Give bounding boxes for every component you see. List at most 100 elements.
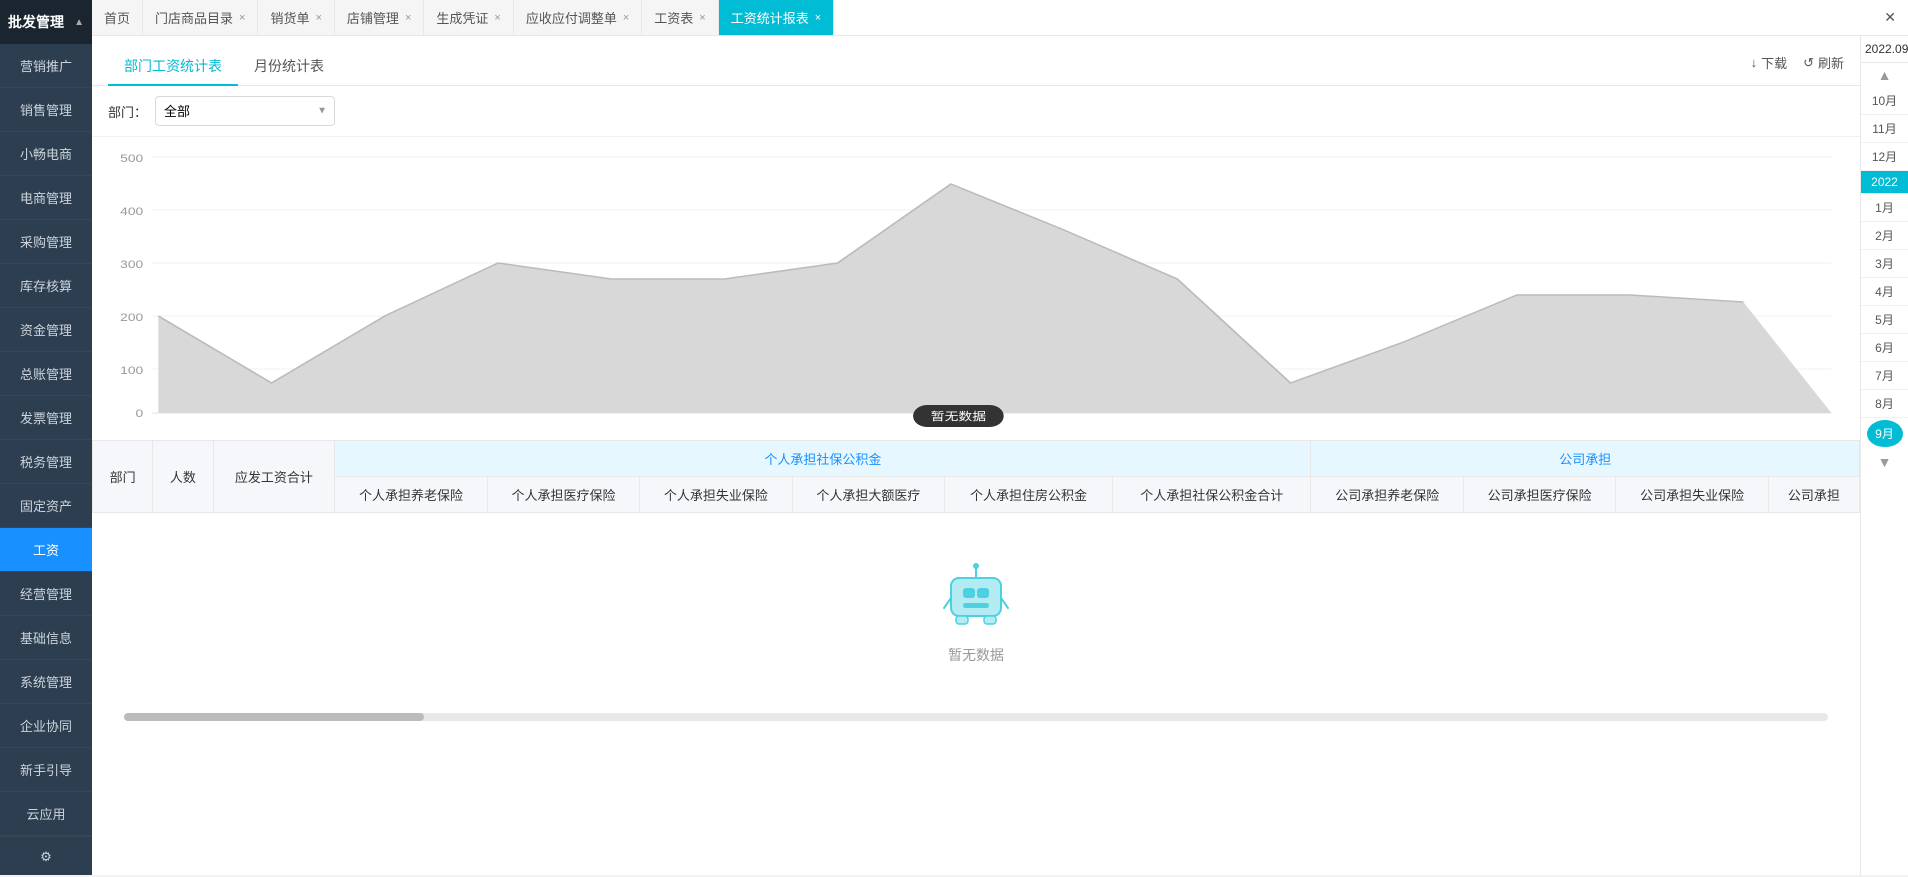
dept-select[interactable]: 全部研发部销售部财务部行政部	[155, 96, 335, 126]
date-month-11月[interactable]: 11月	[1861, 115, 1908, 143]
empty-state-text: 暂无数据	[948, 645, 1004, 665]
date-panel-up[interactable]: ▲	[1861, 63, 1908, 87]
refresh-button[interactable]: ↺ 刷新	[1803, 53, 1844, 72]
sidebar-item-tax[interactable]: 税务管理	[0, 440, 92, 484]
sidebar-item-system[interactable]: 系统管理	[0, 660, 92, 704]
filter-row: 部门： 全部研发部销售部财务部行政部	[92, 86, 1860, 137]
date-year-label[interactable]: 2022	[1861, 171, 1908, 194]
refresh-icon: ↺	[1803, 55, 1814, 71]
tab-store-mgmt[interactable]: 店铺管理×	[335, 0, 424, 35]
tab-payroll[interactable]: 工资表×	[642, 0, 718, 35]
date-month-3月[interactable]: 3月	[1861, 250, 1908, 278]
svg-text:暂无数据: 暂无数据	[931, 409, 986, 422]
sidebar-item-purchase[interactable]: 采购管理	[0, 220, 92, 264]
sidebar: 批发管理 ▲ 营销推广销售管理小畅电商电商管理采购管理库存核算资金管理总账管理发…	[0, 0, 92, 875]
sidebar-item-marketing[interactable]: 营销推广	[0, 44, 92, 88]
tab-bar: 首页门店商品目录×销货单×店铺管理×生成凭证×应收应付调整单×工资表×工资统计报…	[92, 0, 1908, 36]
tab-close-receivable[interactable]: ×	[623, 12, 629, 24]
date-month-10月[interactable]: 10月	[1861, 87, 1908, 115]
col-total-salary: 应发工资合计	[213, 441, 335, 513]
download-button[interactable]: ↓ 下载	[1751, 53, 1788, 72]
close-all-button[interactable]: ✕	[1872, 9, 1908, 26]
sidebar-item-cooperation[interactable]: 企业协同	[0, 704, 92, 748]
tab-close-generate-voucher[interactable]: ×	[494, 12, 500, 24]
col-company-other: 公司承担	[1768, 477, 1859, 513]
svg-text:100: 100	[120, 364, 143, 376]
chart-area: 500 400 300 200 100 0	[92, 137, 1860, 440]
dept-filter-label: 部门：	[108, 102, 147, 121]
date-month-2月[interactable]: 2月	[1861, 222, 1908, 250]
sidebar-item-ledger[interactable]: 总账管理	[0, 352, 92, 396]
download-icon: ↓	[1751, 55, 1758, 70]
tab-home[interactable]: 首页	[92, 0, 143, 35]
download-label: 下载	[1761, 53, 1787, 72]
col-personal-major-medical: 个人承担大额医疗	[792, 477, 944, 513]
date-month-1月[interactable]: 1月	[1861, 194, 1908, 222]
tab-payroll-report[interactable]: 工资统计报表×	[719, 0, 834, 35]
tab-close-payroll-report[interactable]: ×	[815, 12, 821, 24]
tab-close-product-catalog[interactable]: ×	[239, 12, 245, 24]
date-month-9月[interactable]: 9月	[1867, 420, 1903, 448]
data-table: 部门 人数 应发工资合计 个人承担社保公积金 公司承担 个人承担养老保险 个人承…	[92, 440, 1860, 705]
svg-text:200: 200	[120, 311, 143, 323]
col-personal-pension: 个人承担养老保险	[335, 477, 487, 513]
main-area: 首页门店商品目录×销货单×店铺管理×生成凭证×应收应付调整单×工资表×工资统计报…	[92, 0, 1908, 875]
sidebar-item-finance[interactable]: 资金管理	[0, 308, 92, 352]
page-content: 部门工资统计表月份统计表 ↓ 下载 ↺ 刷新 部门： 全部研发部销售部财务部行政…	[92, 36, 1860, 875]
sidebar-item-invoice[interactable]: 发票管理	[0, 396, 92, 440]
date-month-7月[interactable]: 7月	[1861, 362, 1908, 390]
content-area: 部门工资统计表月份统计表 ↓ 下载 ↺ 刷新 部门： 全部研发部销售部财务部行政…	[92, 36, 1908, 875]
table-group-header-row: 部门 人数 应发工资合计 个人承担社保公积金 公司承担	[93, 441, 1860, 477]
date-panel-down[interactable]: ▼	[1861, 450, 1908, 474]
date-month-8月[interactable]: 8月	[1861, 390, 1908, 418]
sidebar-item-basic[interactable]: 基础信息	[0, 616, 92, 660]
table-scrollbar-track[interactable]	[124, 713, 1828, 721]
sub-tab-month-stats[interactable]: 月份统计表	[238, 48, 340, 86]
col-company-insurance: 公司承担	[1311, 441, 1860, 477]
col-personal-medical: 个人承担医疗保险	[487, 477, 639, 513]
date-month-5月[interactable]: 5月	[1861, 306, 1908, 334]
tab-close-payroll[interactable]: ×	[699, 12, 705, 24]
date-panel-current[interactable]: 2022.09	[1861, 36, 1908, 63]
col-count: 人数	[153, 441, 213, 513]
refresh-label: 刷新	[1818, 53, 1844, 72]
table-scrollbar-container	[92, 705, 1860, 729]
svg-text:0: 0	[136, 407, 144, 419]
col-company-medical: 公司承担医疗保险	[1463, 477, 1615, 513]
tab-product-catalog[interactable]: 门店商品目录×	[143, 0, 258, 35]
table-row: 暂无数据	[93, 513, 1860, 706]
col-personal-total: 个人承担社保公积金合计	[1112, 477, 1311, 513]
sidebar-item-ecommerce[interactable]: 电商管理	[0, 176, 92, 220]
table-sub-header-row: 个人承担养老保险 个人承担医疗保险 个人承担失业保险 个人承担大额医疗 个人承担…	[93, 477, 1860, 513]
empty-robot-icon	[936, 553, 1016, 633]
chart-svg: 500 400 300 200 100 0	[108, 147, 1844, 427]
date-month-6月[interactable]: 6月	[1861, 334, 1908, 362]
sidebar-item-cloud[interactable]: 云应用	[0, 792, 92, 836]
sidebar-item-assets[interactable]: 固定资产	[0, 484, 92, 528]
date-month-12月[interactable]: 12月	[1861, 143, 1908, 171]
empty-state: 暂无数据	[93, 513, 1860, 705]
col-personal-insurance: 个人承担社保公积金	[335, 441, 1311, 477]
sidebar-item-sales[interactable]: 销售管理	[0, 88, 92, 132]
table-scrollbar-thumb[interactable]	[124, 713, 424, 721]
tab-close-sales-order[interactable]: ×	[315, 12, 321, 24]
sidebar-settings[interactable]: ⚙	[0, 836, 92, 877]
sidebar-header[interactable]: 批发管理 ▲	[0, 0, 92, 44]
tab-generate-voucher[interactable]: 生成凭证×	[424, 0, 513, 35]
col-dept: 部门	[93, 441, 153, 513]
sidebar-item-guide[interactable]: 新手引导	[0, 748, 92, 792]
col-company-unemployment: 公司承担失业保险	[1616, 477, 1768, 513]
sub-tab-dept-stats[interactable]: 部门工资统计表	[108, 48, 238, 86]
date-month-4月[interactable]: 4月	[1861, 278, 1908, 306]
svg-text:400: 400	[120, 205, 143, 217]
tab-sales-order[interactable]: 销货单×	[258, 0, 334, 35]
sidebar-item-miniapp[interactable]: 小畅电商	[0, 132, 92, 176]
sidebar-item-salary[interactable]: 工资	[0, 528, 92, 572]
tab-receivable[interactable]: 应收应付调整单×	[514, 0, 642, 35]
dept-select-wrapper: 全部研发部销售部财务部行政部	[155, 96, 335, 126]
sidebar-item-operations[interactable]: 经营管理	[0, 572, 92, 616]
tab-close-store-mgmt[interactable]: ×	[405, 12, 411, 24]
sidebar-item-inventory[interactable]: 库存核算	[0, 264, 92, 308]
date-panel: 2022.09 ▲ 10月11月12月20221月2月3月4月5月6月7月8月9…	[1860, 36, 1908, 875]
svg-text:300: 300	[120, 258, 143, 270]
